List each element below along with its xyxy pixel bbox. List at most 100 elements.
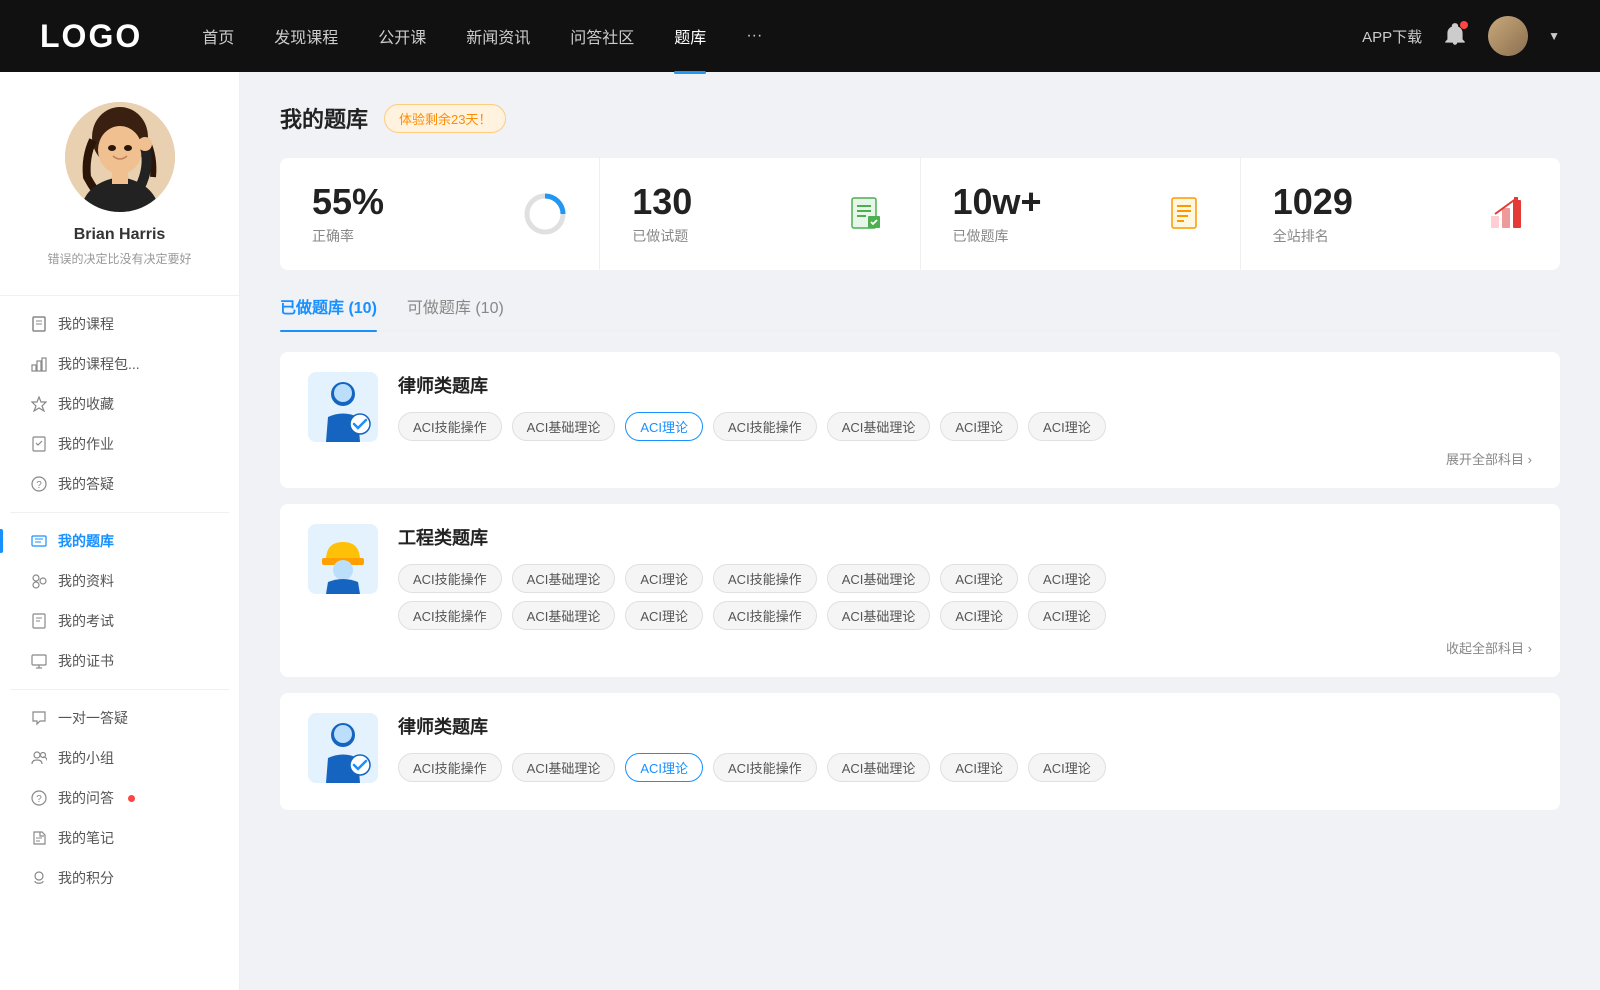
- data-icon: [30, 572, 48, 590]
- sidebar-item-my-qa[interactable]: ? 我的答疑: [10, 464, 229, 504]
- tag-2-1[interactable]: ACI技能操作: [398, 564, 502, 593]
- qa-icon: ?: [30, 475, 48, 493]
- tag-1-1[interactable]: ACI技能操作: [398, 412, 502, 441]
- sidebar-divider-2: [10, 512, 229, 513]
- tag-3-6[interactable]: ACI理论: [940, 753, 1018, 782]
- tag-2-10[interactable]: ACI理论: [625, 601, 703, 630]
- questions-doc-icon: [844, 192, 888, 236]
- chat-icon: [30, 709, 48, 727]
- tag-2-6[interactable]: ACI理论: [940, 564, 1018, 593]
- sidebar-item-my-favorites[interactable]: 我的收藏: [10, 384, 229, 424]
- tag-2-7[interactable]: ACI理论: [1028, 564, 1106, 593]
- tag-2-12[interactable]: ACI基础理论: [827, 601, 931, 630]
- qbank-tags-lawyer-1: ACI技能操作 ACI基础理论 ACI理论 ACI技能操作 ACI基础理论 AC…: [398, 412, 1532, 441]
- sidebar-item-my-points[interactable]: 我的积分: [10, 858, 229, 898]
- stat-banks: 10w+ 已做题库: [921, 158, 1241, 270]
- qbank-title-lawyer-2: 律师类题库: [398, 713, 1532, 739]
- sidebar-item-my-qa-label: 我的答疑: [58, 474, 114, 494]
- tab-done[interactable]: 已做题库 (10): [280, 294, 377, 330]
- tag-2-3[interactable]: ACI理论: [625, 564, 703, 593]
- tag-3-7[interactable]: ACI理论: [1028, 753, 1106, 782]
- sidebar-item-1on1-label: 一对一答疑: [58, 708, 128, 728]
- sidebar-item-my-questions[interactable]: ? 我的问答: [10, 778, 229, 818]
- stat-banks-label: 已做题库: [953, 226, 1148, 246]
- tag-2-5[interactable]: ACI基础理论: [827, 564, 931, 593]
- app-download-link[interactable]: APP下载: [1362, 26, 1422, 47]
- logo[interactable]: LOGO: [40, 18, 142, 55]
- stat-rank: 1029 全站排名: [1241, 158, 1560, 270]
- stat-banks-value: 10w+: [953, 182, 1148, 222]
- tag-1-2[interactable]: ACI基础理论: [512, 412, 616, 441]
- qbank-card-lawyer-2: 律师类题库 ACI技能操作 ACI基础理论 ACI理论 ACI技能操作 ACI基…: [280, 693, 1560, 810]
- notification-dot: [1460, 21, 1468, 29]
- sidebar-divider-3: [10, 689, 229, 690]
- sidebar-avatar: [65, 102, 175, 212]
- tab-todo[interactable]: 可做题库 (10): [407, 294, 504, 330]
- sidebar-item-my-group-label: 我的小组: [58, 748, 114, 768]
- tag-2-2[interactable]: ACI基础理论: [512, 564, 616, 593]
- qbank-content-lawyer-2: 律师类题库 ACI技能操作 ACI基础理论 ACI理论 ACI技能操作 ACI基…: [398, 713, 1532, 790]
- sidebar-item-my-qbank-label: 我的题库: [58, 531, 114, 551]
- sidebar-item-my-notes[interactable]: 我的笔记: [10, 818, 229, 858]
- stat-accuracy-value: 55%: [312, 182, 507, 222]
- tag-2-13[interactable]: ACI理论: [940, 601, 1018, 630]
- tag-1-3[interactable]: ACI理论: [625, 412, 703, 441]
- tag-1-5[interactable]: ACI基础理论: [827, 412, 931, 441]
- sidebar-item-my-cert-label: 我的证书: [58, 651, 114, 671]
- tag-3-3[interactable]: ACI理论: [625, 753, 703, 782]
- nav-home[interactable]: 首页: [202, 24, 234, 48]
- sidebar-item-my-data-label: 我的资料: [58, 571, 114, 591]
- tag-2-9[interactable]: ACI基础理论: [512, 601, 616, 630]
- tag-2-11[interactable]: ACI技能操作: [713, 601, 817, 630]
- tag-3-5[interactable]: ACI基础理论: [827, 753, 931, 782]
- svg-text:?: ?: [36, 480, 42, 491]
- nav-opencourse[interactable]: 公开课: [378, 24, 426, 48]
- avatar-image: [1488, 16, 1528, 56]
- sidebar-item-my-exam[interactable]: 我的考试: [10, 601, 229, 641]
- sidebar-item-my-data[interactable]: 我的资料: [10, 561, 229, 601]
- sidebar-divider-1: [0, 295, 239, 296]
- qbank-title-engineer: 工程类题库: [398, 524, 1532, 550]
- sidebar-item-my-favorites-label: 我的收藏: [58, 394, 114, 414]
- nav-qa[interactable]: 问答社区: [570, 24, 634, 48]
- sidebar-item-my-homework[interactable]: 我的作业: [10, 424, 229, 464]
- tag-1-6[interactable]: ACI理论: [940, 412, 1018, 441]
- tag-3-4[interactable]: ACI技能操作: [713, 753, 817, 782]
- navbar: LOGO 首页 发现课程 公开课 新闻资讯 问答社区 题库 ··· APP下载 …: [0, 0, 1600, 72]
- tag-1-4[interactable]: ACI技能操作: [713, 412, 817, 441]
- group-icon: [30, 749, 48, 767]
- nav-qbank[interactable]: 题库: [674, 24, 706, 48]
- user-dropdown-arrow[interactable]: ▼: [1548, 29, 1560, 43]
- notification-bell[interactable]: [1442, 21, 1468, 52]
- user-avatar[interactable]: [1488, 16, 1528, 56]
- stat-rank-text: 1029 全站排名: [1273, 182, 1468, 246]
- homework-icon: [30, 435, 48, 453]
- tag-2-14[interactable]: ACI理论: [1028, 601, 1106, 630]
- sidebar-item-my-package[interactable]: 我的课程包...: [10, 344, 229, 384]
- tag-3-2[interactable]: ACI基础理论: [512, 753, 616, 782]
- nav-news[interactable]: 新闻资讯: [466, 24, 530, 48]
- nav-discover[interactable]: 发现课程: [274, 24, 338, 48]
- tag-2-8[interactable]: ACI技能操作: [398, 601, 502, 630]
- sidebar: Brian Harris 错误的决定比没有决定要好 我的课程 我的课程包...: [0, 72, 240, 990]
- collapse-link-engineer[interactable]: 收起全部科目 ›: [398, 638, 1532, 657]
- tag-1-7[interactable]: ACI理论: [1028, 412, 1106, 441]
- accuracy-chart-icon: [523, 192, 567, 236]
- qbank-content-engineer: 工程类题库 ACI技能操作 ACI基础理论 ACI理论 ACI技能操作 ACI基…: [398, 524, 1532, 657]
- sidebar-item-my-qbank[interactable]: 我的题库: [10, 521, 229, 561]
- tag-3-1[interactable]: ACI技能操作: [398, 753, 502, 782]
- tag-2-4[interactable]: ACI技能操作: [713, 564, 817, 593]
- sidebar-item-my-notes-label: 我的笔记: [58, 828, 114, 848]
- sidebar-item-my-course[interactable]: 我的课程: [10, 304, 229, 344]
- stat-accuracy-text: 55% 正确率: [312, 182, 507, 246]
- qbank-content-lawyer-1: 律师类题库 ACI技能操作 ACI基础理论 ACI理论 ACI技能操作 ACI基…: [398, 372, 1532, 468]
- sidebar-item-1on1[interactable]: 一对一答疑: [10, 698, 229, 738]
- my-package-icon: [30, 355, 48, 373]
- main-layout: Brian Harris 错误的决定比没有决定要好 我的课程 我的课程包...: [0, 72, 1600, 990]
- nav-more[interactable]: ···: [746, 27, 762, 45]
- sidebar-item-my-cert[interactable]: 我的证书: [10, 641, 229, 681]
- questions-notification-dot: [128, 795, 135, 802]
- qbank-tags-engineer-row1: ACI技能操作 ACI基础理论 ACI理论 ACI技能操作 ACI基础理论 AC…: [398, 564, 1532, 593]
- sidebar-item-my-group[interactable]: 我的小组: [10, 738, 229, 778]
- expand-link-1[interactable]: 展开全部科目 ›: [398, 449, 1532, 468]
